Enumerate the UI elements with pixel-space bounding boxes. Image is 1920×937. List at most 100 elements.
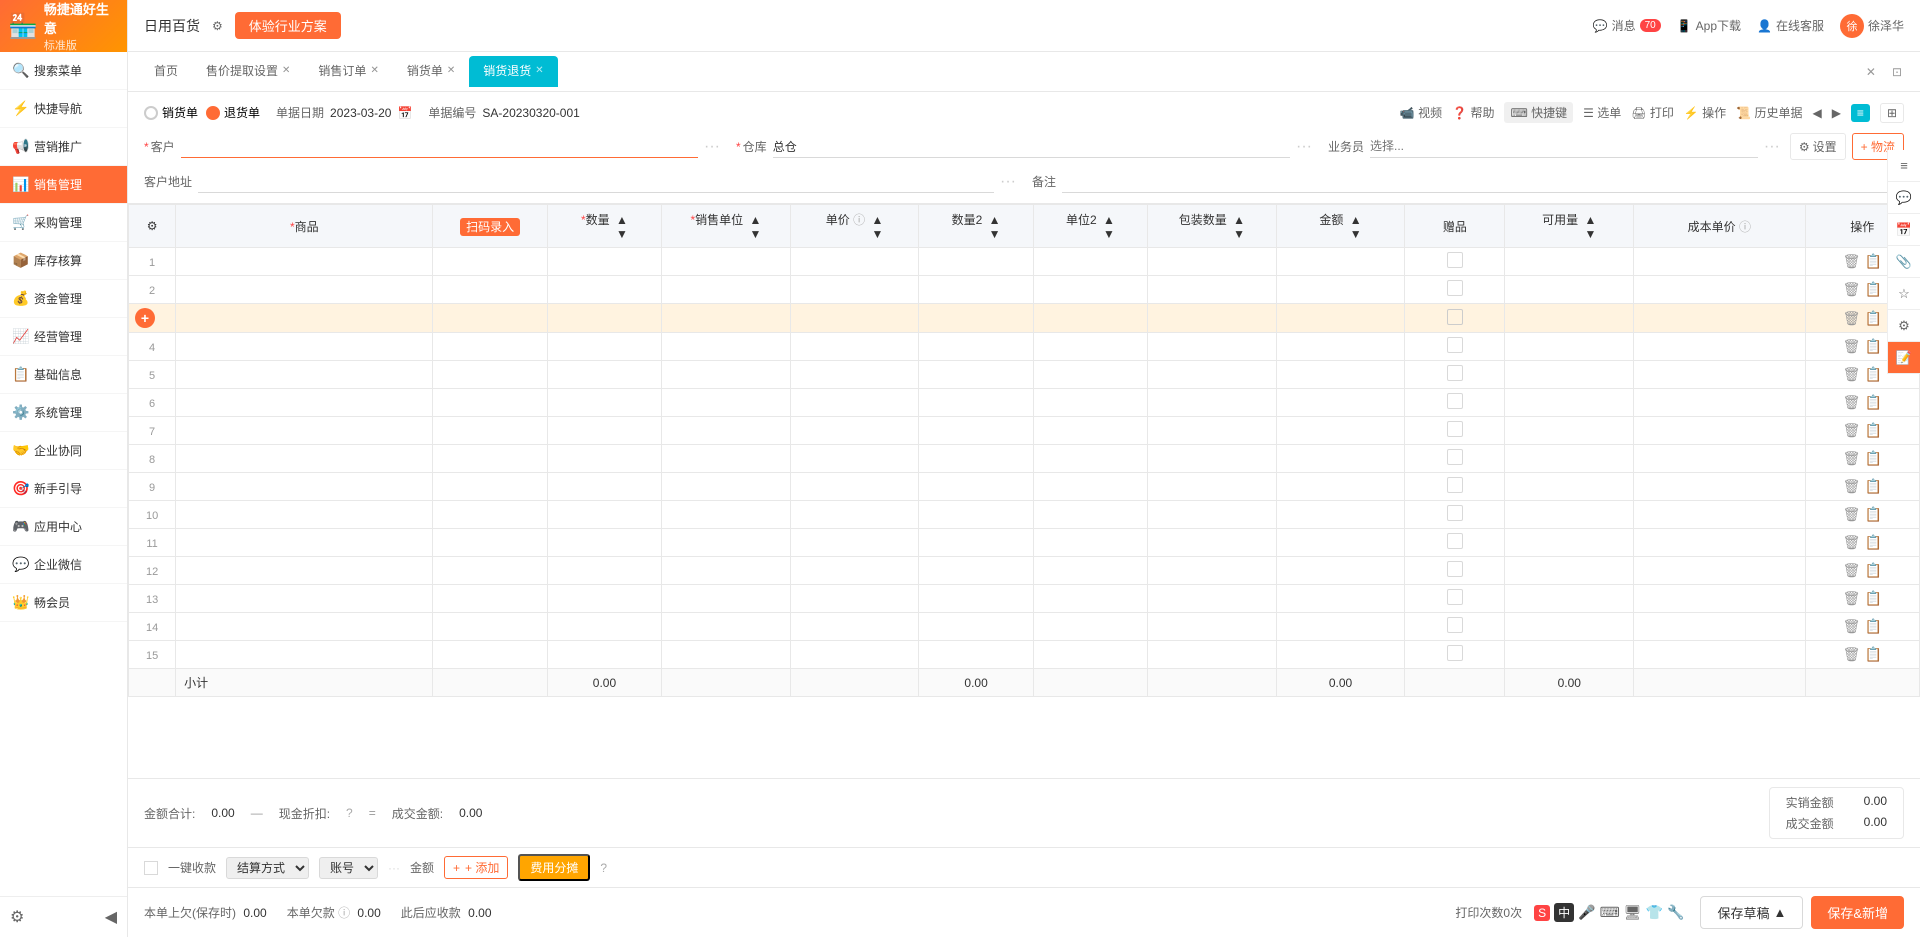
- gift-check-7[interactable]: [1447, 421, 1463, 437]
- qty2-sort[interactable]: ▲▼: [989, 213, 1001, 241]
- row-delete-7[interactable]: 🗑: [1843, 422, 1861, 439]
- gift-check-active[interactable]: [1447, 309, 1463, 325]
- one-click-checkbox[interactable]: [144, 861, 158, 875]
- sidebar-item-partner[interactable]: 🤝 企业协同: [0, 432, 127, 470]
- video-help-btn[interactable]: 📹 视频: [1400, 104, 1442, 121]
- row-copy-1[interactable]: 📋: [1864, 253, 1881, 270]
- side-icon-2[interactable]: 💬: [1888, 182, 1920, 214]
- row-copy-2[interactable]: 📋: [1864, 281, 1881, 298]
- row-delete-14[interactable]: 🗑: [1843, 618, 1861, 635]
- price-sort[interactable]: ▲▼: [872, 213, 884, 241]
- row-copy-active[interactable]: 📋: [1864, 310, 1881, 327]
- side-icon-7[interactable]: 📝: [1888, 342, 1920, 374]
- sidebar-item-purchase[interactable]: 🛒 采购管理: [0, 204, 127, 242]
- total-owed-info[interactable]: ⓘ: [338, 906, 350, 920]
- row-delete-1[interactable]: 🗑: [1843, 253, 1861, 270]
- gift-check-10[interactable]: [1447, 505, 1463, 521]
- shortcut-btn[interactable]: ⌨ 快捷键: [1504, 102, 1573, 123]
- shirt-icon[interactable]: 👕: [1646, 904, 1663, 921]
- close-tab-sales-order[interactable]: ✕: [370, 65, 378, 76]
- card-view-btn[interactable]: ⊞: [1880, 103, 1904, 123]
- mic-icon[interactable]: 🎤: [1578, 904, 1595, 921]
- sidebar-item-basic[interactable]: 📋 基础信息: [0, 356, 127, 394]
- avail-sort[interactable]: ▲▼: [1584, 213, 1596, 241]
- row-delete-12[interactable]: 🗑: [1843, 562, 1861, 579]
- sidebar-item-quick-nav[interactable]: ⚡ 快捷导航: [0, 90, 127, 128]
- row-copy-8[interactable]: 📋: [1864, 450, 1881, 467]
- trial-button[interactable]: 体验行业方案: [235, 12, 341, 39]
- daily-settings-icon[interactable]: ⚙: [212, 19, 223, 33]
- remark-input[interactable]: [1062, 170, 1904, 193]
- col-settings[interactable]: ⚙: [129, 205, 176, 248]
- sidebar-item-sales[interactable]: 📊 销售管理: [0, 166, 127, 204]
- tab-price-setting[interactable]: 售价提取设置 ✕: [192, 56, 304, 87]
- expand-tab-action[interactable]: ⊡: [1886, 63, 1908, 81]
- row-delete-2[interactable]: 🗑: [1843, 281, 1861, 298]
- sidebar-item-marketing[interactable]: 📢 营销推广: [0, 128, 127, 166]
- gift-check-12[interactable]: [1447, 561, 1463, 577]
- side-icon-6[interactable]: ⚙: [1888, 310, 1920, 342]
- help-discount[interactable]: ?: [346, 806, 353, 820]
- side-icon-5[interactable]: ☆: [1888, 278, 1920, 310]
- app-download-btn[interactable]: 📱 App下载: [1677, 17, 1741, 34]
- gift-check-14[interactable]: [1447, 617, 1463, 633]
- row-delete-4[interactable]: 🗑: [1843, 338, 1861, 355]
- sidebar-item-system[interactable]: ⚙️ 系统管理: [0, 394, 127, 432]
- amount-sort[interactable]: ▲▼: [1350, 213, 1362, 241]
- row-delete-13[interactable]: 🗑: [1843, 590, 1861, 607]
- tool-icon[interactable]: 🔧: [1667, 904, 1684, 921]
- gift-check-5[interactable]: [1447, 365, 1463, 381]
- row-delete-10[interactable]: 🗑: [1843, 506, 1861, 523]
- radio-sales-delivery[interactable]: 销货单: [144, 104, 198, 121]
- gift-check-1[interactable]: [1447, 252, 1463, 268]
- customer-input[interactable]: [181, 135, 698, 158]
- gift-check-4[interactable]: [1447, 337, 1463, 353]
- radio-return[interactable]: 退货单: [206, 104, 260, 121]
- row-2-product[interactable]: [176, 276, 433, 304]
- close-tab-price-setting[interactable]: ✕: [282, 65, 290, 76]
- gift-check-15[interactable]: [1447, 645, 1463, 661]
- row-copy-11[interactable]: 📋: [1864, 534, 1881, 551]
- keyboard-icon[interactable]: ⌨: [1600, 904, 1620, 921]
- print-btn[interactable]: 🖨 打印: [1631, 104, 1674, 121]
- tab-home[interactable]: 首页: [140, 56, 192, 87]
- qty-sort[interactable]: ▲▼: [616, 213, 628, 241]
- tab-sales-return[interactable]: 销货退货 ✕: [469, 56, 557, 87]
- row-delete-6[interactable]: 🗑: [1843, 394, 1861, 411]
- tab-sales-delivery[interactable]: 销货单 ✕: [393, 56, 469, 87]
- row-delete-15[interactable]: 🗑: [1843, 646, 1861, 663]
- cost-info-icon[interactable]: ⓘ: [1739, 220, 1751, 234]
- address-select-btn[interactable]: ···: [1000, 173, 1016, 191]
- gift-check-6[interactable]: [1447, 393, 1463, 409]
- sidebar-item-inventory[interactable]: 📦 库存核算: [0, 242, 127, 280]
- prev-doc-btn[interactable]: ◀: [1812, 106, 1821, 120]
- salesperson-input[interactable]: [1370, 135, 1758, 158]
- close-tab-action[interactable]: ✕: [1860, 63, 1882, 81]
- user-menu[interactable]: 徐 徐泽华: [1840, 14, 1904, 38]
- row-1-product[interactable]: [176, 248, 433, 276]
- unit-sort[interactable]: ▲▼: [750, 213, 762, 241]
- fee-split-btn[interactable]: 费用分摊: [518, 854, 590, 881]
- sidebar-item-guide[interactable]: 🎯 新手引导: [0, 470, 127, 508]
- row-copy-5[interactable]: 📋: [1864, 366, 1881, 383]
- save-draft-btn[interactable]: 保存草稿 ▲: [1700, 896, 1803, 929]
- close-tab-sales-return[interactable]: ✕: [535, 65, 543, 76]
- gift-check-2[interactable]: [1447, 280, 1463, 296]
- row-copy-12[interactable]: 📋: [1864, 562, 1881, 579]
- sidebar-settings-icon[interactable]: ⚙: [10, 907, 24, 927]
- sidebar-item-operation[interactable]: 📈 经营管理: [0, 318, 127, 356]
- chinese-icon[interactable]: 中: [1554, 903, 1574, 922]
- salesperson-select-btn[interactable]: ···: [1764, 138, 1780, 156]
- price-info-icon[interactable]: ⓘ: [853, 213, 865, 227]
- customer-select-btn[interactable]: ···: [704, 138, 720, 156]
- active-row-product-input[interactable]: [182, 311, 426, 326]
- gift-check-9[interactable]: [1447, 477, 1463, 493]
- row-delete-9[interactable]: 🗑: [1843, 478, 1861, 495]
- gift-check-11[interactable]: [1447, 533, 1463, 549]
- gift-check-13[interactable]: [1447, 589, 1463, 605]
- col-scan[interactable]: 扫码录入: [433, 205, 547, 248]
- row-copy-14[interactable]: 📋: [1864, 618, 1881, 635]
- sidebar-item-search[interactable]: 🔍 搜索菜单: [0, 52, 127, 90]
- row-copy-13[interactable]: 📋: [1864, 590, 1881, 607]
- row-copy-4[interactable]: 📋: [1864, 338, 1881, 355]
